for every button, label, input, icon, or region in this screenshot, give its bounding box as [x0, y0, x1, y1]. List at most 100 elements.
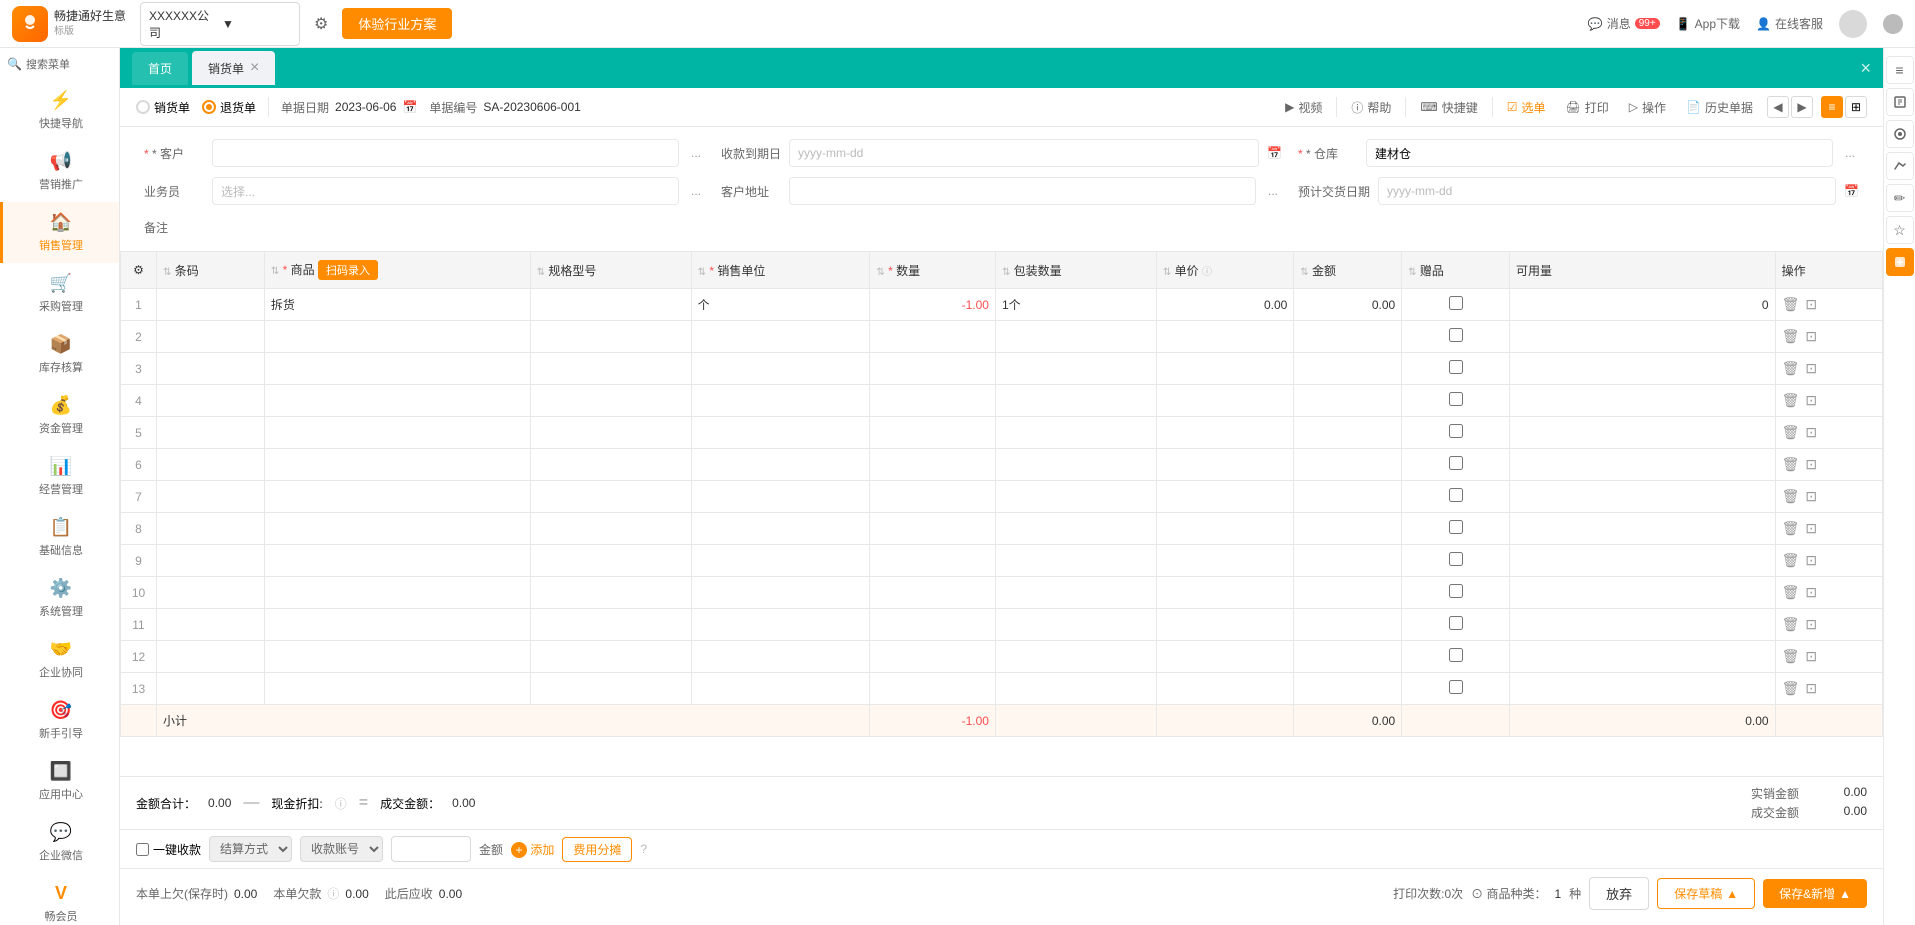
row-price[interactable]: 0.00: [1156, 289, 1293, 321]
action-operation[interactable]: ▷ 操作: [1623, 97, 1672, 118]
row-amount[interactable]: 0.00: [1294, 289, 1402, 321]
rp-btn-5[interactable]: ✏: [1886, 184, 1914, 212]
settings-icon-btn[interactable]: ⚙: [308, 12, 334, 36]
copy-icon[interactable]: ⊡: [1805, 360, 1817, 377]
online-service-btn[interactable]: 👤 在线客服: [1756, 15, 1823, 32]
copy-icon[interactable]: ⊡: [1805, 680, 1817, 697]
company-selector[interactable]: XXXXXX公司 ▼: [140, 2, 300, 46]
delete-icon[interactable]: 🗑: [1782, 360, 1800, 377]
user-avatar[interactable]: [1839, 10, 1867, 38]
delete-icon[interactable]: 🗑: [1782, 392, 1800, 409]
delete-icon[interactable]: 🗑: [1782, 552, 1800, 569]
notes-input[interactable]: [212, 215, 705, 239]
tab-sales-order[interactable]: 销货单 ×: [192, 51, 275, 85]
radio-return[interactable]: 退货单: [202, 99, 256, 116]
gift-checkbox[interactable]: [1449, 296, 1463, 310]
copy-icon[interactable]: ⊡: [1805, 584, 1817, 601]
sidebar-item-inventory[interactable]: 📦 库存核算: [0, 324, 119, 385]
expected-delivery-calendar[interactable]: 📅: [1844, 184, 1859, 198]
message-btn[interactable]: 💬 消息 99+: [1588, 15, 1660, 32]
sidebar-item-enterprise[interactable]: 🤝 企业协同: [0, 629, 119, 690]
gift-checkbox[interactable]: [1449, 328, 1463, 342]
add-btn[interactable]: + 添加: [511, 841, 554, 858]
delete-icon[interactable]: 🗑: [1782, 296, 1800, 313]
sidebar-item-quick-nav[interactable]: ⚡ 快捷导航: [0, 80, 119, 141]
delete-icon[interactable]: 🗑: [1782, 488, 1800, 505]
salesperson-input[interactable]: 选择...: [212, 177, 679, 205]
expected-delivery-input[interactable]: yyyy-mm-dd: [1378, 177, 1836, 205]
rp-btn-7[interactable]: [1886, 248, 1914, 276]
row-qty[interactable]: -1.00: [870, 289, 996, 321]
row-pkg-qty[interactable]: 1个: [995, 289, 1156, 321]
sidebar-item-operations[interactable]: 📊 经营管理: [0, 446, 119, 507]
row-unit[interactable]: 个: [691, 289, 870, 321]
prev-arrow[interactable]: ◀: [1767, 96, 1789, 118]
row-spec[interactable]: [530, 289, 691, 321]
gift-checkbox[interactable]: [1449, 360, 1463, 374]
settlement-select[interactable]: 结算方式: [209, 836, 292, 862]
gift-checkbox[interactable]: [1449, 392, 1463, 406]
gift-checkbox[interactable]: [1449, 680, 1463, 694]
tab-home[interactable]: 首页: [132, 52, 188, 85]
rp-btn-4[interactable]: [1886, 152, 1914, 180]
copy-icon[interactable]: ⊡: [1805, 648, 1817, 665]
rp-btn-1[interactable]: ≡: [1886, 56, 1914, 84]
gift-checkbox[interactable]: [1449, 552, 1463, 566]
delete-icon[interactable]: 🗑: [1782, 584, 1800, 601]
action-history[interactable]: 📄 历史单据: [1680, 97, 1759, 118]
tab-close-icon[interactable]: ×: [250, 59, 259, 77]
save-new-button[interactable]: 保存&新增 ▲: [1763, 879, 1867, 908]
copy-icon[interactable]: ⊡: [1805, 552, 1817, 569]
payment-due-input[interactable]: yyyy-mm-dd: [789, 139, 1259, 167]
action-print[interactable]: 🖨 打印: [1560, 97, 1615, 118]
delete-icon[interactable]: 🗑: [1782, 616, 1800, 633]
sidebar-item-guide[interactable]: 🎯 新手引导: [0, 690, 119, 751]
customer-address-input[interactable]: [789, 177, 1256, 205]
copy-icon[interactable]: ⊡: [1805, 616, 1817, 633]
copy-icon[interactable]: ⊡: [1805, 424, 1817, 441]
sidebar-item-membership[interactable]: V 畅会员: [0, 873, 119, 925]
copy-icon[interactable]: ⊡: [1805, 456, 1817, 473]
fee-button[interactable]: 费用分摊: [562, 837, 632, 862]
one-click-checkbox[interactable]: [136, 843, 149, 856]
gift-checkbox[interactable]: [1449, 648, 1463, 662]
user-avatar-2[interactable]: [1883, 14, 1903, 34]
sidebar-item-wechat[interactable]: 💬 企业微信: [0, 812, 119, 873]
delete-icon[interactable]: 🗑: [1782, 680, 1800, 697]
row-barcode[interactable]: [157, 289, 265, 321]
payment-due-calendar[interactable]: 📅: [1267, 146, 1282, 160]
sidebar-item-appstore[interactable]: 🔲 应用中心: [0, 751, 119, 812]
copy-icon[interactable]: ⊡: [1805, 488, 1817, 505]
discard-button[interactable]: 放弃: [1589, 877, 1649, 910]
sidebar-item-system[interactable]: ⚙️ 系统管理: [0, 568, 119, 629]
delete-icon[interactable]: 🗑: [1782, 328, 1800, 345]
delete-icon[interactable]: 🗑: [1782, 456, 1800, 473]
amount-placeholder-input[interactable]: [391, 836, 471, 862]
customer-address-dots[interactable]: ...: [1264, 184, 1282, 198]
action-select[interactable]: ☑ 选单: [1501, 97, 1552, 118]
warehouse-dots[interactable]: ...: [1841, 146, 1859, 160]
action-shortcut[interactable]: ⌨ 快捷键: [1414, 97, 1483, 118]
save-draft-button[interactable]: 保存草稿 ▲: [1657, 878, 1755, 909]
customer-dots[interactable]: ...: [687, 146, 705, 160]
delete-icon[interactable]: 🗑: [1782, 648, 1800, 665]
trial-button[interactable]: 体验行业方案: [342, 8, 452, 39]
sidebar-item-marketing[interactable]: 📢 营销推广: [0, 141, 119, 202]
grid-view-btn[interactable]: ⊞: [1845, 96, 1867, 118]
gift-checkbox[interactable]: [1449, 456, 1463, 470]
warehouse-input[interactable]: 建材仓: [1366, 139, 1833, 167]
copy-icon[interactable]: ⊡: [1805, 328, 1817, 345]
row-product[interactable]: 拆货: [264, 289, 530, 321]
gift-checkbox[interactable]: [1449, 488, 1463, 502]
gift-checkbox[interactable]: [1449, 616, 1463, 630]
sidebar-item-sales[interactable]: 🏠 销售管理: [0, 202, 119, 263]
sidebar-item-purchase[interactable]: 🛒 采购管理: [0, 263, 119, 324]
calendar-icon[interactable]: 📅: [402, 100, 417, 114]
next-arrow[interactable]: ▶: [1791, 96, 1813, 118]
rp-btn-2[interactable]: [1886, 88, 1914, 116]
action-help[interactable]: ⓘ 帮助: [1345, 97, 1397, 118]
salesperson-dots[interactable]: ...: [687, 184, 705, 198]
delete-icon[interactable]: 🗑: [1782, 520, 1800, 537]
sidebar-item-finance[interactable]: 💰 资金管理: [0, 385, 119, 446]
gift-checkbox[interactable]: [1449, 520, 1463, 534]
